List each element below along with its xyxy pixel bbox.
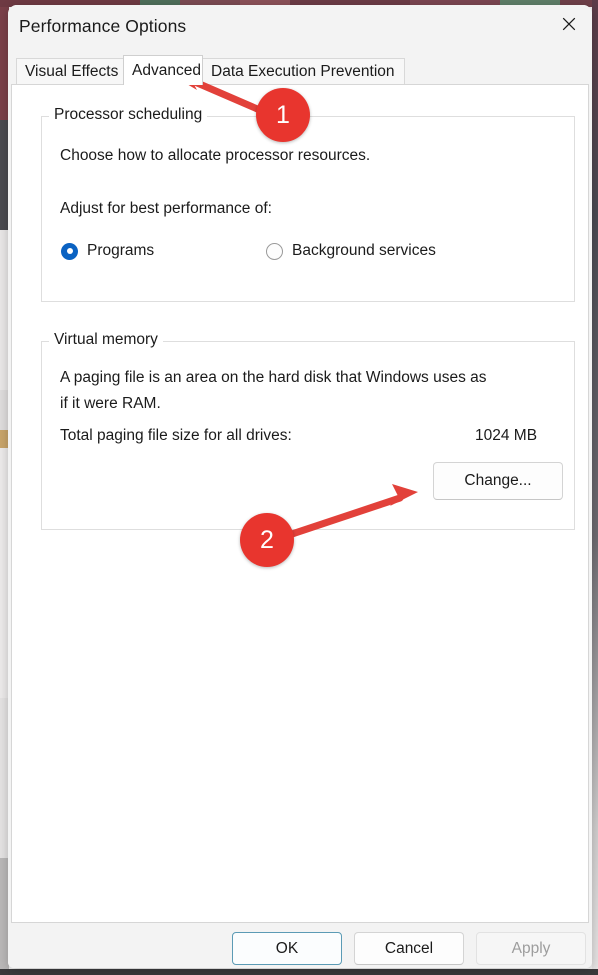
processor-scheduling-group: Processor scheduling Choose how to alloc… (41, 106, 575, 302)
tab-strip: Visual Effects Advanced Data Execution P… (11, 55, 589, 85)
screenshot-root: Performance Options Visual Effects Advan… (0, 0, 598, 975)
radio-background-services-mark (266, 242, 283, 260)
desktop-backdrop-bottom (0, 969, 598, 975)
change-button[interactable]: Change... (433, 462, 563, 500)
radio-programs[interactable]: Programs (61, 242, 154, 260)
virtual-memory-group: Virtual memory A paging file is an area … (41, 331, 575, 530)
virtual-memory-total-label: Total paging file size for all drives: (60, 427, 292, 444)
desktop-backdrop-right (592, 0, 598, 975)
change-button-label: Change... (464, 472, 532, 489)
processor-scheduling-prompt: Adjust for best performance of: (60, 200, 272, 217)
tab-page-advanced: Processor scheduling Choose how to alloc… (11, 84, 589, 923)
tab-visual-effects-label: Visual Effects (25, 62, 119, 80)
dialog-footer: OK Cancel Apply (8, 923, 592, 968)
apply-button-label: Apply (511, 939, 551, 957)
processor-scheduling-legend: Processor scheduling (49, 106, 208, 124)
radio-background-services-label: Background services (292, 242, 436, 259)
ok-button-label: OK (275, 939, 299, 957)
tab-advanced-label: Advanced (132, 61, 201, 79)
tab-data-execution-prevention[interactable]: Data Execution Prevention (202, 58, 405, 84)
cancel-button-label: Cancel (384, 939, 434, 957)
close-icon[interactable] (546, 5, 592, 43)
apply-button[interactable]: Apply (476, 932, 586, 965)
tab-dep-label: Data Execution Prevention (211, 62, 395, 80)
virtual-memory-description: A paging file is an area on the hard dis… (60, 369, 487, 412)
window-title: Performance Options (19, 16, 187, 36)
virtual-memory-legend: Virtual memory (49, 331, 163, 349)
tab-advanced[interactable]: Advanced (123, 55, 203, 85)
radio-programs-mark (61, 242, 78, 260)
cancel-button[interactable]: Cancel (354, 932, 464, 965)
performance-options-dialog: Performance Options Visual Effects Advan… (8, 5, 592, 968)
radio-programs-label: Programs (87, 242, 155, 259)
title-bar: Performance Options (8, 5, 592, 52)
radio-background-services[interactable]: Background services (266, 242, 436, 260)
ok-button[interactable]: OK (232, 932, 342, 965)
virtual-memory-total-value: 1024 MB (475, 427, 538, 444)
processor-scheduling-description: Choose how to allocate processor resourc… (60, 147, 371, 164)
